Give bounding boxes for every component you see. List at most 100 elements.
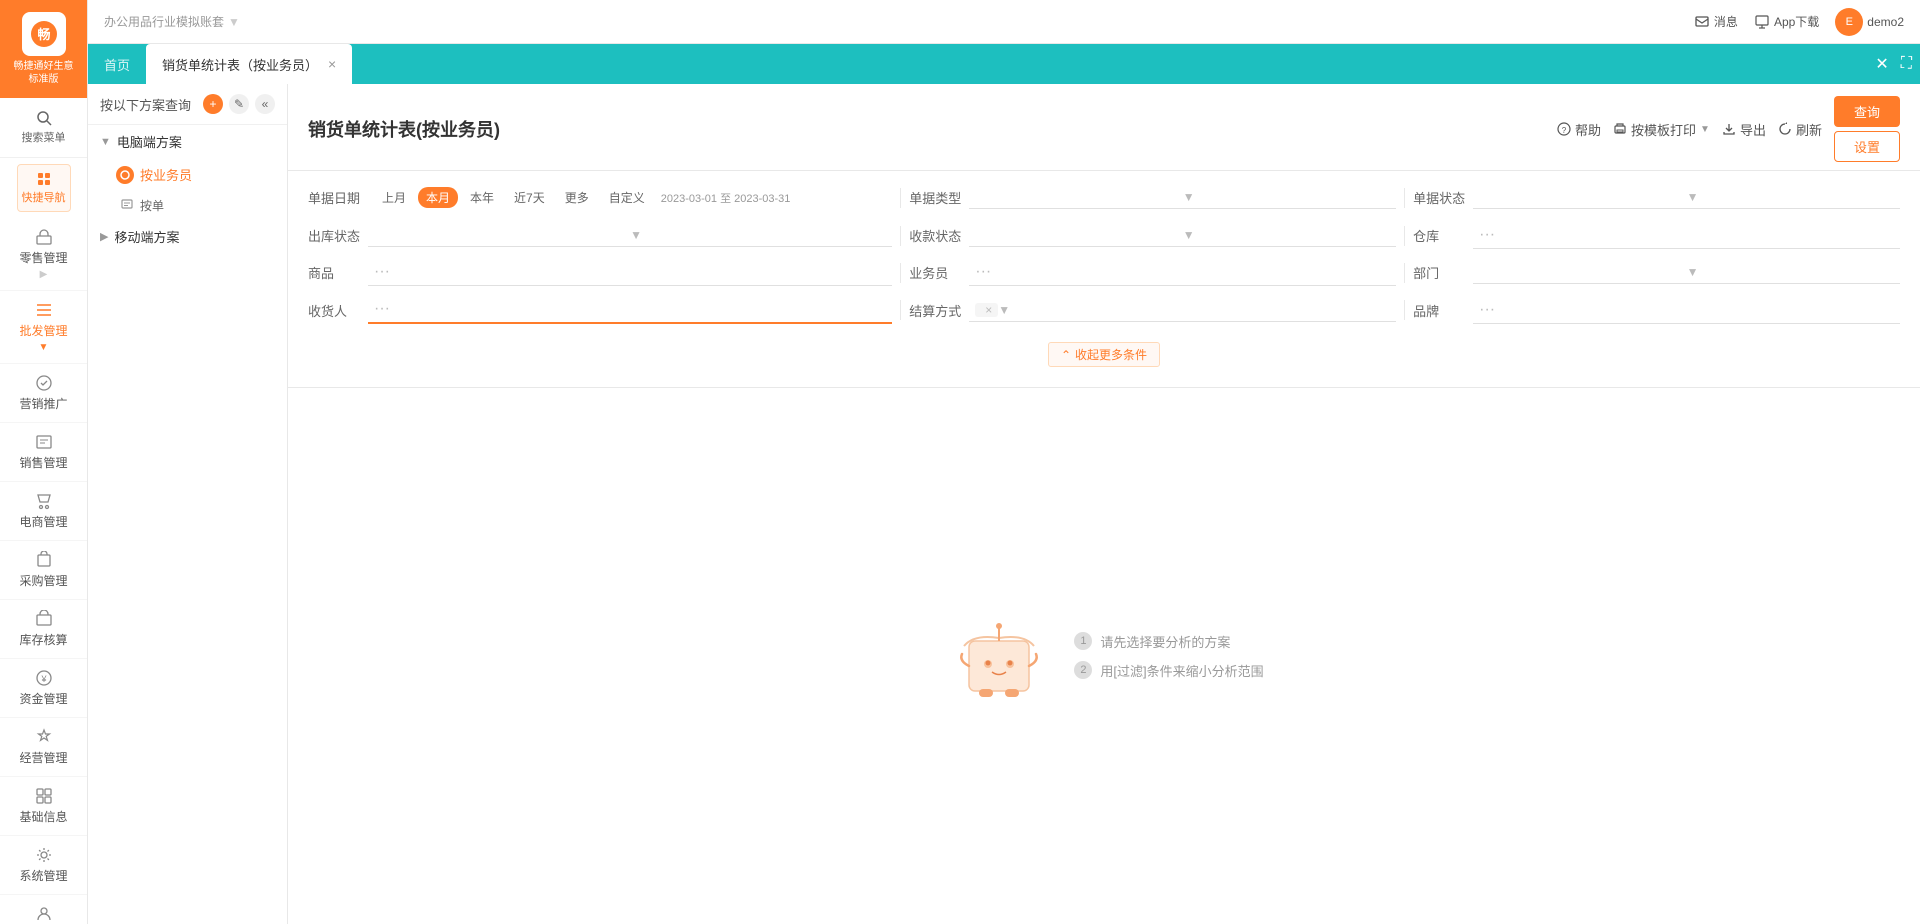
- date-prev-month-btn[interactable]: 上月: [374, 187, 414, 208]
- collect-status-select[interactable]: ▼: [969, 224, 1396, 247]
- add-scheme-button[interactable]: +: [203, 94, 223, 114]
- filter-brand: 品牌 ···: [1413, 297, 1900, 324]
- settlement-label: 结算方式: [909, 301, 969, 320]
- salesman-label: 业务员: [909, 263, 969, 282]
- search-section: 搜索菜单: [0, 98, 87, 158]
- department-label: 部门: [1413, 263, 1473, 282]
- tab-close-all-icon[interactable]: ✕: [1875, 54, 1888, 74]
- filter-date: 单据日期 上月 本月 本年 近7天 更多 自定义 2023-03-01 至 20…: [308, 183, 892, 212]
- edit-scheme-button[interactable]: ✎: [229, 94, 249, 114]
- tab-home-label: 首页: [104, 55, 130, 74]
- tab-close-icon[interactable]: ×: [328, 57, 336, 71]
- doc-status-select[interactable]: ▼: [1473, 186, 1900, 209]
- settlement-chevron-icon: ▼: [998, 303, 1390, 317]
- doc-type-chevron-icon: ▼: [1183, 190, 1390, 204]
- sidebar-item-system[interactable]: 系统管理: [0, 836, 87, 895]
- consignee-dots-icon[interactable]: ···: [374, 300, 390, 318]
- breadcrumb: 办公用品行业模拟账套 ▼: [104, 13, 1682, 30]
- sidebar-item-purchase[interactable]: 采购管理: [0, 541, 87, 600]
- tree-group-mobile[interactable]: ▶ 移动端方案: [88, 220, 287, 253]
- date-more-btn[interactable]: 更多: [557, 187, 597, 208]
- collapse-button[interactable]: ⌃ 收起更多条件: [1048, 342, 1160, 367]
- tree-chevron-icon: ▼: [100, 136, 111, 148]
- date-curr-month-btn[interactable]: 本月: [418, 187, 458, 208]
- warehouse-control[interactable]: ···: [1473, 222, 1900, 249]
- goods-control[interactable]: ···: [368, 259, 892, 286]
- consignee-control[interactable]: ···: [368, 296, 892, 324]
- tree-subitem-icon: [120, 197, 134, 214]
- main-area: 办公用品行业模拟账套 ▼ 消息 App下载 E demo2 首页: [88, 0, 1920, 924]
- settings-button[interactable]: 设置: [1834, 131, 1900, 162]
- filter-goods: 商品 ···: [308, 259, 892, 286]
- brand-control[interactable]: ···: [1473, 297, 1900, 324]
- settlement-select[interactable]: × ▼: [969, 299, 1396, 322]
- left-scheme-panel: 按以下方案查询 + ✎ « ▼ 电脑端方案 按业务员: [88, 84, 288, 924]
- sidebar-item-wholesale-label: 批发管理: [19, 322, 67, 339]
- sidebar-item-sales[interactable]: 销售管理: [0, 423, 87, 482]
- salesman-control[interactable]: ···: [969, 259, 1396, 286]
- tab-sales-stat-label: 销货单统计表（按业务员）: [162, 55, 318, 74]
- goods-label: 商品: [308, 263, 368, 282]
- divider-8: [1404, 300, 1405, 320]
- page-header: 销货单统计表(按业务员) ? 帮助 按模板打印 ▼ 导出: [288, 84, 1920, 171]
- quick-nav-label: 快捷导航: [22, 189, 66, 205]
- out-status-select[interactable]: ▼: [368, 224, 892, 247]
- main-content: 销货单统计表(按业务员) ? 帮助 按模板打印 ▼ 导出: [288, 84, 1920, 924]
- sidebar-item-operation[interactable]: 经营管理: [0, 718, 87, 777]
- sidebar-item-finance[interactable]: ¥ 资金管理: [0, 659, 87, 718]
- tree-scheme-icon: [116, 166, 134, 184]
- date-custom-btn[interactable]: 自定义: [601, 187, 653, 208]
- tab-expand-icon[interactable]: ⛶: [1901, 55, 1912, 73]
- collect-status-chevron-icon: ▼: [1183, 228, 1390, 242]
- date-7days-btn[interactable]: 近7天: [506, 187, 553, 208]
- user-profile[interactable]: E demo2: [1835, 8, 1904, 36]
- app-download-action[interactable]: App下载: [1754, 13, 1819, 30]
- tree-group-pc[interactable]: ▼ 电脑端方案: [88, 125, 287, 158]
- brand-dots-icon[interactable]: ···: [1479, 301, 1495, 319]
- search-menu-button[interactable]: 搜索菜单: [6, 106, 81, 149]
- app-logo[interactable]: 畅 畅捷通好生意 标准版: [0, 0, 87, 98]
- refresh-action[interactable]: 刷新: [1778, 120, 1822, 139]
- tree-scheme-by-order-label: 按单: [140, 197, 164, 214]
- filter-doc-type: 单据类型 ▼: [909, 186, 1396, 209]
- help-action[interactable]: ? 帮助: [1557, 120, 1601, 139]
- date-filter-buttons: 上月 本月 本年 近7天 更多 自定义: [374, 187, 653, 208]
- goods-dots-icon[interactable]: ···: [374, 263, 390, 281]
- filter-out-status: 出库状态 ▼: [308, 224, 892, 247]
- brand-label: 品牌: [1413, 301, 1473, 320]
- tabbar: 首页 销货单统计表（按业务员） × ✕ ⛶: [88, 44, 1920, 84]
- sidebar-item-ecommerce-label: 电商管理: [19, 513, 67, 530]
- doc-type-select[interactable]: ▼: [969, 186, 1396, 209]
- sidebar-item-sales-label: 销售管理: [19, 454, 67, 471]
- tree-scheme-by-order[interactable]: 按单: [88, 191, 287, 220]
- tab-sales-stat[interactable]: 销货单统计表（按业务员） ×: [146, 44, 352, 84]
- sidebar-item-purchase-label: 采购管理: [19, 572, 67, 589]
- svg-text:¥: ¥: [40, 674, 47, 684]
- warehouse-dots-icon[interactable]: ···: [1479, 226, 1495, 244]
- filter-department: 部门 ▼: [1413, 261, 1900, 284]
- filter-salesman: 业务员 ···: [909, 259, 1396, 286]
- divider-6: [1404, 263, 1405, 283]
- sidebar-item-retail[interactable]: 零售管理 ▶: [0, 218, 87, 291]
- quick-nav-section[interactable]: 快捷导航: [17, 164, 71, 212]
- tab-home[interactable]: 首页: [88, 44, 146, 84]
- sidebar-item-marketing[interactable]: 营销推广: [0, 364, 87, 423]
- department-select[interactable]: ▼: [1473, 261, 1900, 284]
- export-action[interactable]: 导出: [1722, 120, 1766, 139]
- tree-scheme-salesman[interactable]: 按业务员: [88, 158, 287, 191]
- message-action[interactable]: 消息: [1694, 13, 1738, 30]
- print-action[interactable]: 按模板打印 ▼: [1613, 120, 1710, 139]
- sidebar-item-enterprise[interactable]: 企业协同: [0, 895, 87, 924]
- sidebar-item-wholesale[interactable]: 批发管理 ▼: [0, 291, 87, 364]
- sidebar-item-basic[interactable]: 基础信息: [0, 777, 87, 836]
- sidebar-item-ecommerce[interactable]: 电商管理: [0, 482, 87, 541]
- divider-3: [900, 226, 901, 246]
- topbar-actions: 消息 App下载 E demo2: [1694, 8, 1904, 36]
- collapse-panel-button[interactable]: «: [255, 94, 275, 114]
- salesman-dots-icon[interactable]: ···: [975, 263, 991, 281]
- query-button[interactable]: 查询: [1834, 96, 1900, 127]
- tree-scheme-salesman-label: 按业务员: [140, 165, 192, 184]
- date-curr-year-btn[interactable]: 本年: [462, 187, 502, 208]
- settlement-tag-close-icon[interactable]: ×: [985, 304, 992, 316]
- sidebar-item-inventory[interactable]: 库存核算: [0, 600, 87, 659]
